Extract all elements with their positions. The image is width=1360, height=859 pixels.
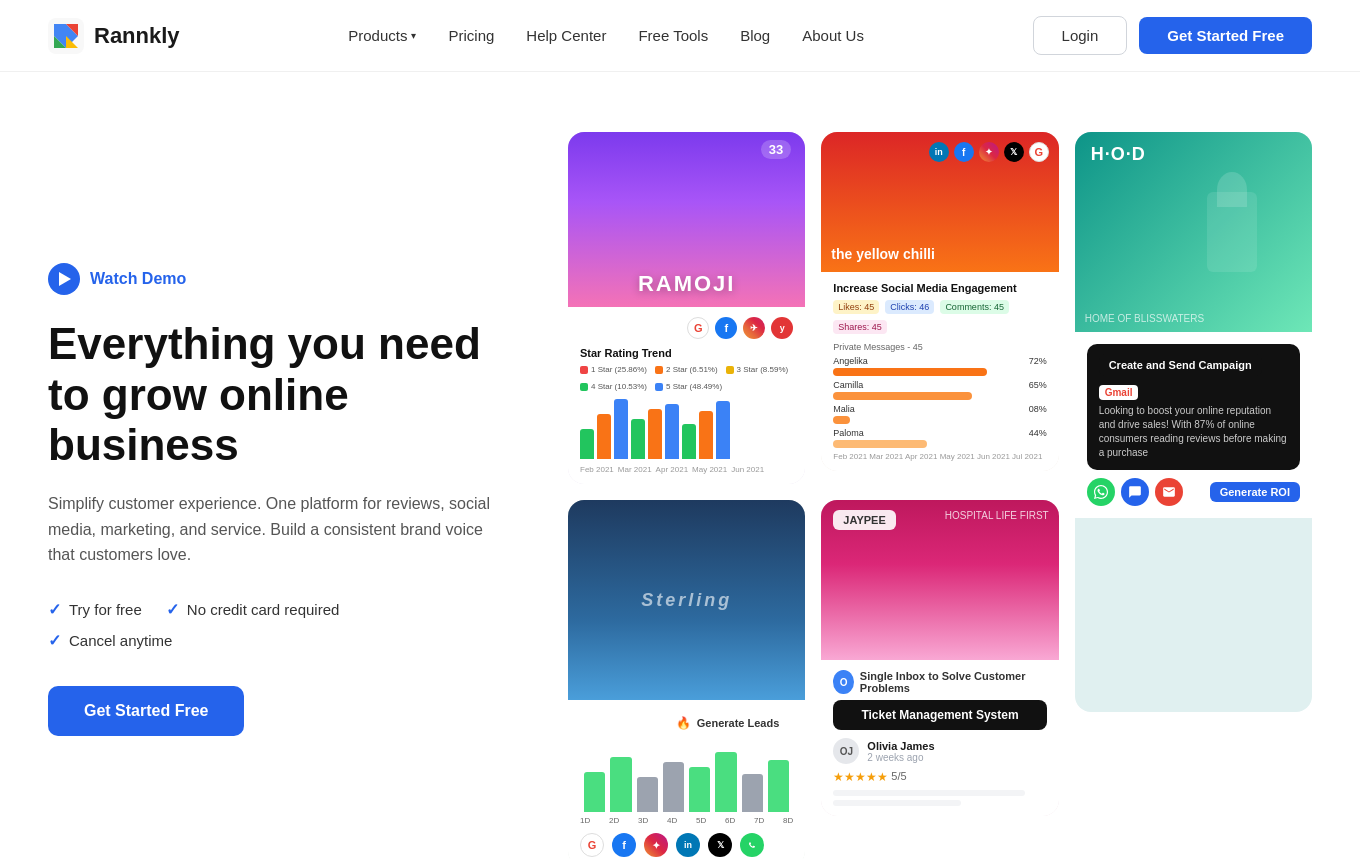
inbox-label: O Single Inbox to Solve Customer Problem… — [833, 670, 1046, 694]
campaign-label: Create and Send Campaign — [1099, 354, 1262, 376]
check-row-1: ✓ Try for free ✓ No credit card required — [48, 600, 508, 619]
nav-links: Products ▾ Pricing Help Center Free Tool… — [348, 27, 864, 44]
olivia-name: Olivia James — [867, 740, 934, 752]
olivia-avatar: OJ — [833, 738, 859, 764]
linkedin-icon: in — [929, 142, 949, 162]
check-icon-1: ✓ — [48, 600, 61, 619]
instagram-icon: ✦ — [979, 142, 999, 162]
nav-about[interactable]: About Us — [802, 27, 864, 44]
campaign-box: Create and Send Campaign Gmail Looking t… — [1087, 344, 1300, 470]
sterling-bg: Sterling — [568, 500, 805, 700]
whatsapp-icon-2 — [740, 833, 764, 857]
check-cancel: ✓ Cancel anytime — [48, 631, 172, 650]
navbar: Rannkly Products ▾ Pricing Help Center F… — [0, 0, 1360, 72]
star-chart — [580, 399, 793, 459]
check-icon-3: ✓ — [48, 631, 61, 650]
yelp-icon: y — [771, 317, 793, 339]
yc-social-icons: in f ✦ 𝕏 G — [929, 142, 1049, 162]
hero-left: Watch Demo Everything you need to grow o… — [48, 263, 508, 736]
email-icon — [1155, 478, 1183, 506]
watch-demo-label: Watch Demo — [90, 270, 186, 288]
x-icon: 𝕏 — [1004, 142, 1024, 162]
nav-help-center[interactable]: Help Center — [526, 27, 606, 44]
nav-products[interactable]: Products ▾ — [348, 27, 416, 44]
whatsapp-icon — [1087, 478, 1115, 506]
nav-actions: Login Get Started Free — [1033, 16, 1312, 55]
svg-marker-1 — [59, 272, 71, 286]
get-started-hero-button[interactable]: Get Started Free — [48, 686, 244, 736]
olivia-james-row: OJ Olivia James 2 weeks ago — [833, 738, 1046, 764]
ramoji-bg: 33 RAMOJI — [568, 132, 805, 307]
google-icon: G — [687, 317, 709, 339]
tripadvisor-icon: ✈ — [743, 317, 765, 339]
generate-roi-label: Generate ROI — [1210, 482, 1300, 502]
linkedin-icon-2: in — [676, 833, 700, 857]
check-icon-2: ✓ — [166, 600, 179, 619]
get-started-nav-button[interactable]: Get Started Free — [1139, 17, 1312, 54]
hod-brand: H·O·D — [1091, 144, 1146, 165]
engagement-title: Increase Social Media Engagement — [833, 282, 1046, 294]
jaypee-bg: JAYPEE HOSPITAL LIFE FIRST — [821, 500, 1058, 660]
hero-cards-grid: 33 RAMOJI G f ✈ y Star Rating Trend 1 St… — [568, 132, 1312, 859]
hero-section: Watch Demo Everything you need to grow o… — [0, 72, 1360, 859]
facebook-icon-2: f — [954, 142, 974, 162]
ticket-box: Ticket Management System — [833, 700, 1046, 730]
check-row-2: ✓ Cancel anytime — [48, 631, 508, 650]
google-icon-3: G — [580, 833, 604, 857]
facebook-icon: f — [715, 317, 737, 339]
logo-text: Rannkly — [94, 23, 180, 49]
nav-blog[interactable]: Blog — [740, 27, 770, 44]
facebook-icon-3: f — [612, 833, 636, 857]
x-icon-2: 𝕏 — [708, 833, 732, 857]
hero-checks: ✓ Try for free ✓ No credit card required… — [48, 600, 508, 650]
generate-leads-label: 🔥 Generate Leads — [662, 710, 794, 736]
star-rating-title: Star Rating Trend — [580, 347, 793, 359]
chat-icon — [1121, 478, 1149, 506]
inbox-avatar: O — [833, 670, 853, 694]
yc-bg: the yellow chilli in f ✦ 𝕏 G — [821, 132, 1058, 272]
olivia-time: 2 weeks ago — [867, 752, 934, 763]
gmail-icon: Gmail — [1099, 385, 1139, 400]
hero-title: Everything you need to grow online busin… — [48, 319, 508, 471]
card-sterling: Sterling 🔥 Generate Leads — [568, 500, 805, 859]
nav-free-tools[interactable]: Free Tools — [638, 27, 708, 44]
hod-bg: H·O·D HOME OF BLISSWATERS — [1075, 132, 1312, 332]
logo[interactable]: Rannkly — [48, 18, 180, 54]
campaign-desc: Looking to boost your online reputation … — [1099, 404, 1288, 460]
instagram-icon-2: ✦ — [644, 833, 668, 857]
login-button[interactable]: Login — [1033, 16, 1128, 55]
check-try-free: ✓ Try for free — [48, 600, 142, 619]
ramoji-number: 33 — [761, 140, 791, 159]
sterling-chart — [580, 742, 793, 812]
logo-icon — [48, 18, 84, 54]
sterling-social-icons: G f ✦ in 𝕏 — [580, 825, 793, 857]
card-jaypee: JAYPEE HOSPITAL LIFE FIRST O Single Inbo… — [821, 500, 1058, 816]
play-icon — [48, 263, 80, 295]
hero-subtitle: Simplify customer experience. One platfo… — [48, 491, 508, 568]
card-hod: H·O·D HOME OF BLISSWATERS Create and Sen… — [1075, 132, 1312, 712]
card-yellow-chilli: the yellow chilli in f ✦ 𝕏 G Increase So… — [821, 132, 1058, 471]
yc-brand: the yellow chilli — [831, 246, 934, 262]
ramoji-brand: RAMOJI — [638, 271, 736, 297]
card-ramoji: 33 RAMOJI G f ✈ y Star Rating Trend 1 St… — [568, 132, 805, 484]
nav-pricing[interactable]: Pricing — [448, 27, 494, 44]
star-legend: 1 Star (25.86%) 2 Star (6.51%) 3 Star (8… — [580, 365, 793, 391]
watch-demo-button[interactable]: Watch Demo — [48, 263, 508, 295]
google-icon-2: G — [1029, 142, 1049, 162]
check-no-card: ✓ No credit card required — [166, 600, 340, 619]
